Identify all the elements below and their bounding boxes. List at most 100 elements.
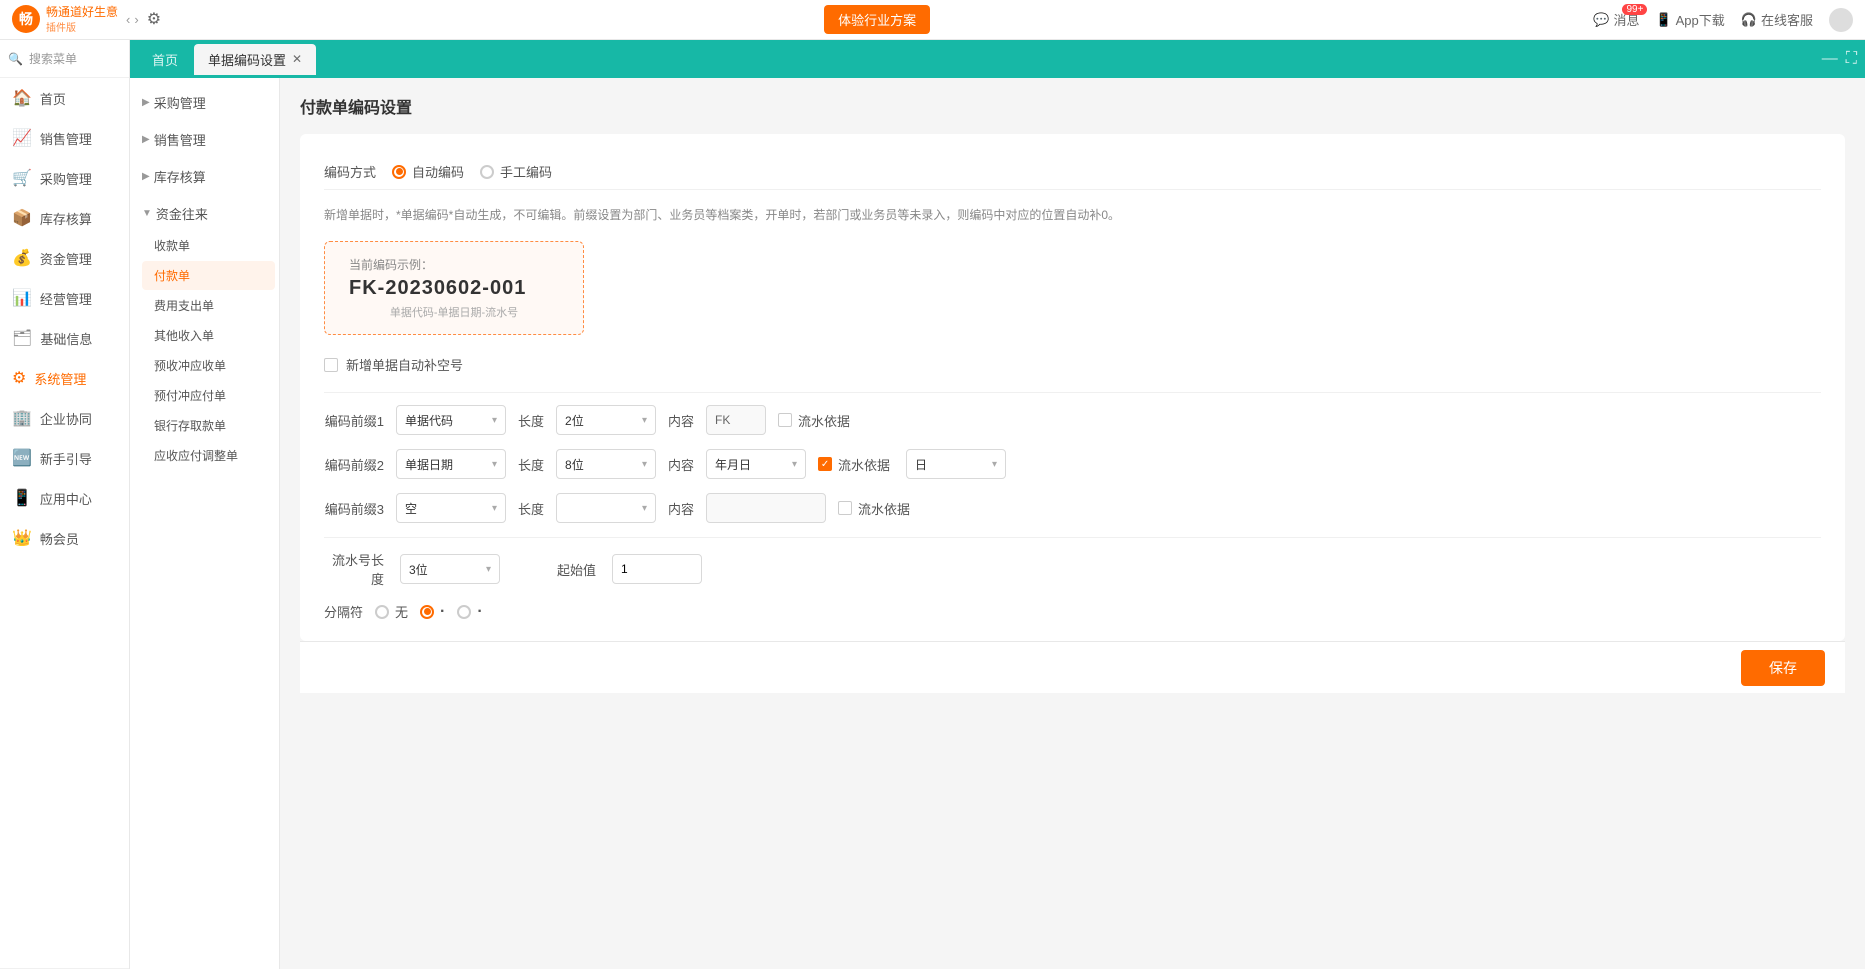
content3-label: 内容 [668, 499, 694, 518]
prefix1-select[interactable]: 单据代码 ▾ [396, 405, 506, 435]
sep-label: 分隔符 [324, 602, 363, 621]
prefix2-select[interactable]: 单据日期 ▾ [396, 449, 506, 479]
top-bar-right: 💬 消息 99+ 📱 App下载 🎧 在线客服 [1593, 8, 1853, 32]
demo-button[interactable]: 体验行业方案 [824, 5, 930, 34]
submenu-purchase-header[interactable]: ▶ 采购管理 [130, 86, 279, 119]
sep-slash-option[interactable]: · [457, 603, 482, 621]
message-button[interactable]: 💬 消息 99+ [1593, 10, 1639, 29]
page-content: 付款单编码设置 编码方式 自动编码 手工编码 [280, 78, 1865, 969]
sep-slash-radio[interactable] [457, 605, 471, 619]
prefix3-row: 编码前缀3 空 ▾ 长度 ▾ 内容 [324, 493, 1821, 523]
sep-none-radio[interactable] [375, 605, 389, 619]
sidebar-item-stock[interactable]: 📦 库存核算 [0, 198, 129, 238]
submenu-item-bank-deposit[interactable]: 银行存取款单 [142, 411, 275, 440]
manual-code-option[interactable]: 手工编码 [480, 162, 552, 181]
prefix2-arrow-icon: ▾ [492, 459, 497, 470]
stream2-checkbox-row[interactable]: 流水依据 [818, 455, 890, 474]
sidebar-item-corp[interactable]: 🏢 企业协同 [0, 398, 129, 438]
preview-code: FK-20230602-001 [349, 277, 559, 300]
save-button[interactable]: 保存 [1741, 650, 1825, 686]
sidebar-item-system[interactable]: ⚙ 系统管理 [0, 358, 129, 398]
length2-select[interactable]: 8位 ▾ [556, 449, 656, 479]
encoding-method-row: 编码方式 自动编码 手工编码 [324, 154, 1821, 190]
sub-sidebar: ▶ 采购管理 ▶ 销售管理 ▶ 库存核算 [130, 78, 280, 969]
tab-home[interactable]: 首页 [138, 44, 192, 75]
sidebar-item-member[interactable]: 👑 畅会员 [0, 518, 129, 558]
sep-none-option[interactable]: 无 [375, 602, 408, 621]
stream2-checkbox[interactable] [818, 457, 832, 471]
submenu-item-receipt[interactable]: 收款单 [142, 231, 275, 260]
main-card: 编码方式 自动编码 手工编码 [300, 134, 1845, 641]
tab-serial[interactable]: 单据编码设置 ✕ [194, 44, 316, 75]
submenu-item-payment[interactable]: 付款单 [142, 261, 275, 290]
divider2 [324, 537, 1821, 538]
stream1-checkbox[interactable] [778, 413, 792, 427]
sidebar-item-purchase[interactable]: 🛒 采购管理 [0, 158, 129, 198]
nav-forward-icon[interactable]: › [134, 12, 138, 27]
manual-code-radio[interactable] [480, 165, 494, 179]
content-area: 首页 单据编码设置 ✕ — ⛶ ▶ 采购管理 [130, 40, 1865, 969]
app-download-button[interactable]: 📱 App下载 [1655, 10, 1724, 29]
corp-icon: 🏢 [12, 408, 32, 428]
business-icon: 📊 [12, 288, 32, 308]
submenu-item-ap-adjust[interactable]: 应收应付调整单 [142, 441, 275, 470]
stream2-unit-select[interactable]: 日 ▾ [906, 449, 1006, 479]
settings-icon[interactable]: ⚙ [147, 9, 161, 29]
sidebar-search[interactable]: 🔍 搜索菜单 [0, 40, 129, 78]
sidebar-item-apps[interactable]: 📱 应用中心 [0, 478, 129, 518]
basic-icon: 🗂 [12, 328, 32, 348]
auto-code-option[interactable]: 自动编码 [392, 162, 464, 181]
sep-dash-radio[interactable] [420, 605, 434, 619]
submenu-item-advance-ar[interactable]: 预收冲应收单 [142, 351, 275, 380]
prefix3-label: 编码前缀3 [324, 499, 384, 518]
prefix1-label: 编码前缀1 [324, 411, 384, 430]
stream3-checkbox[interactable] [838, 501, 852, 515]
stream2-unit-arrow-icon: ▾ [992, 459, 997, 470]
start-val-label: 起始值 [536, 560, 596, 579]
submenu-inventory-header[interactable]: ▶ 库存核算 [130, 160, 279, 193]
content2-label: 内容 [668, 455, 694, 474]
stream1-checkbox-row[interactable]: 流水依据 [778, 411, 850, 430]
search-icon: 🔍 [8, 52, 23, 66]
sidebar-item-finance[interactable]: 💰 资金管理 [0, 238, 129, 278]
nav-arrows[interactable]: ‹ › [126, 12, 139, 27]
submenu-item-other-income[interactable]: 其他收入单 [142, 321, 275, 350]
top-bar-left: 畅 畅通道好生意 插件版 ‹ › ⚙ [12, 5, 161, 34]
submenu-item-advance-ap[interactable]: 预付冲应付单 [142, 381, 275, 410]
online-service-button[interactable]: 🎧 在线客服 [1741, 10, 1813, 29]
encoding-method-label: 编码方式 [324, 162, 376, 181]
serial-length-select[interactable]: 3位 ▾ [400, 554, 500, 584]
page-title: 付款单编码设置 [300, 94, 1845, 118]
tab-close-icon[interactable]: ✕ [292, 52, 302, 66]
sidebar-item-business[interactable]: 📊 经营管理 [0, 278, 129, 318]
maximize-icon[interactable]: ⛶ [1846, 50, 1857, 68]
submenu-capital-header[interactable]: ▼ 资金往来 [130, 197, 279, 230]
prefix2-row: 编码前缀2 单据日期 ▾ 长度 8位 ▾ 内容 年月日 [324, 449, 1821, 479]
length1-select[interactable]: 2位 ▾ [556, 405, 656, 435]
guide-icon: 🆕 [12, 448, 32, 468]
user-avatar[interactable] [1829, 8, 1853, 32]
prefix3-select[interactable]: 空 ▾ [396, 493, 506, 523]
sidebar-item-sales[interactable]: 📈 销售管理 [0, 118, 129, 158]
start-val-input[interactable] [612, 554, 702, 584]
prefix1-row: 编码前缀1 单据代码 ▾ 长度 2位 ▾ 内容 FK [324, 405, 1821, 435]
sidebar-item-home[interactable]: 🏠 首页 [0, 78, 129, 118]
sidebar-item-basic[interactable]: 🗂 基础信息 [0, 318, 129, 358]
stream3-checkbox-row[interactable]: 流水依据 [838, 499, 910, 518]
auto-code-radio[interactable] [392, 165, 406, 179]
content3-input[interactable] [706, 493, 826, 523]
encoding-radio-group: 自动编码 手工编码 [392, 162, 552, 181]
minimize-icon[interactable]: — [1822, 50, 1838, 68]
submenu-item-expense[interactable]: 费用支出单 [142, 291, 275, 320]
nav-back-icon[interactable]: ‹ [126, 12, 130, 27]
arrow-right-icon2: ▶ [142, 134, 150, 145]
sidebar-item-guide[interactable]: 🆕 新手引导 [0, 438, 129, 478]
auto-fill-checkbox[interactable] [324, 358, 338, 372]
message-icon: 💬 [1593, 12, 1609, 28]
content2-arrow-icon: ▾ [792, 459, 797, 470]
sep-dash-option[interactable]: · [420, 603, 445, 621]
length3-select[interactable]: ▾ [556, 493, 656, 523]
submenu-sales-header[interactable]: ▶ 销售管理 [130, 123, 279, 156]
content2-select[interactable]: 年月日 ▾ [706, 449, 806, 479]
stream2-label: 流水依据 [838, 455, 890, 474]
